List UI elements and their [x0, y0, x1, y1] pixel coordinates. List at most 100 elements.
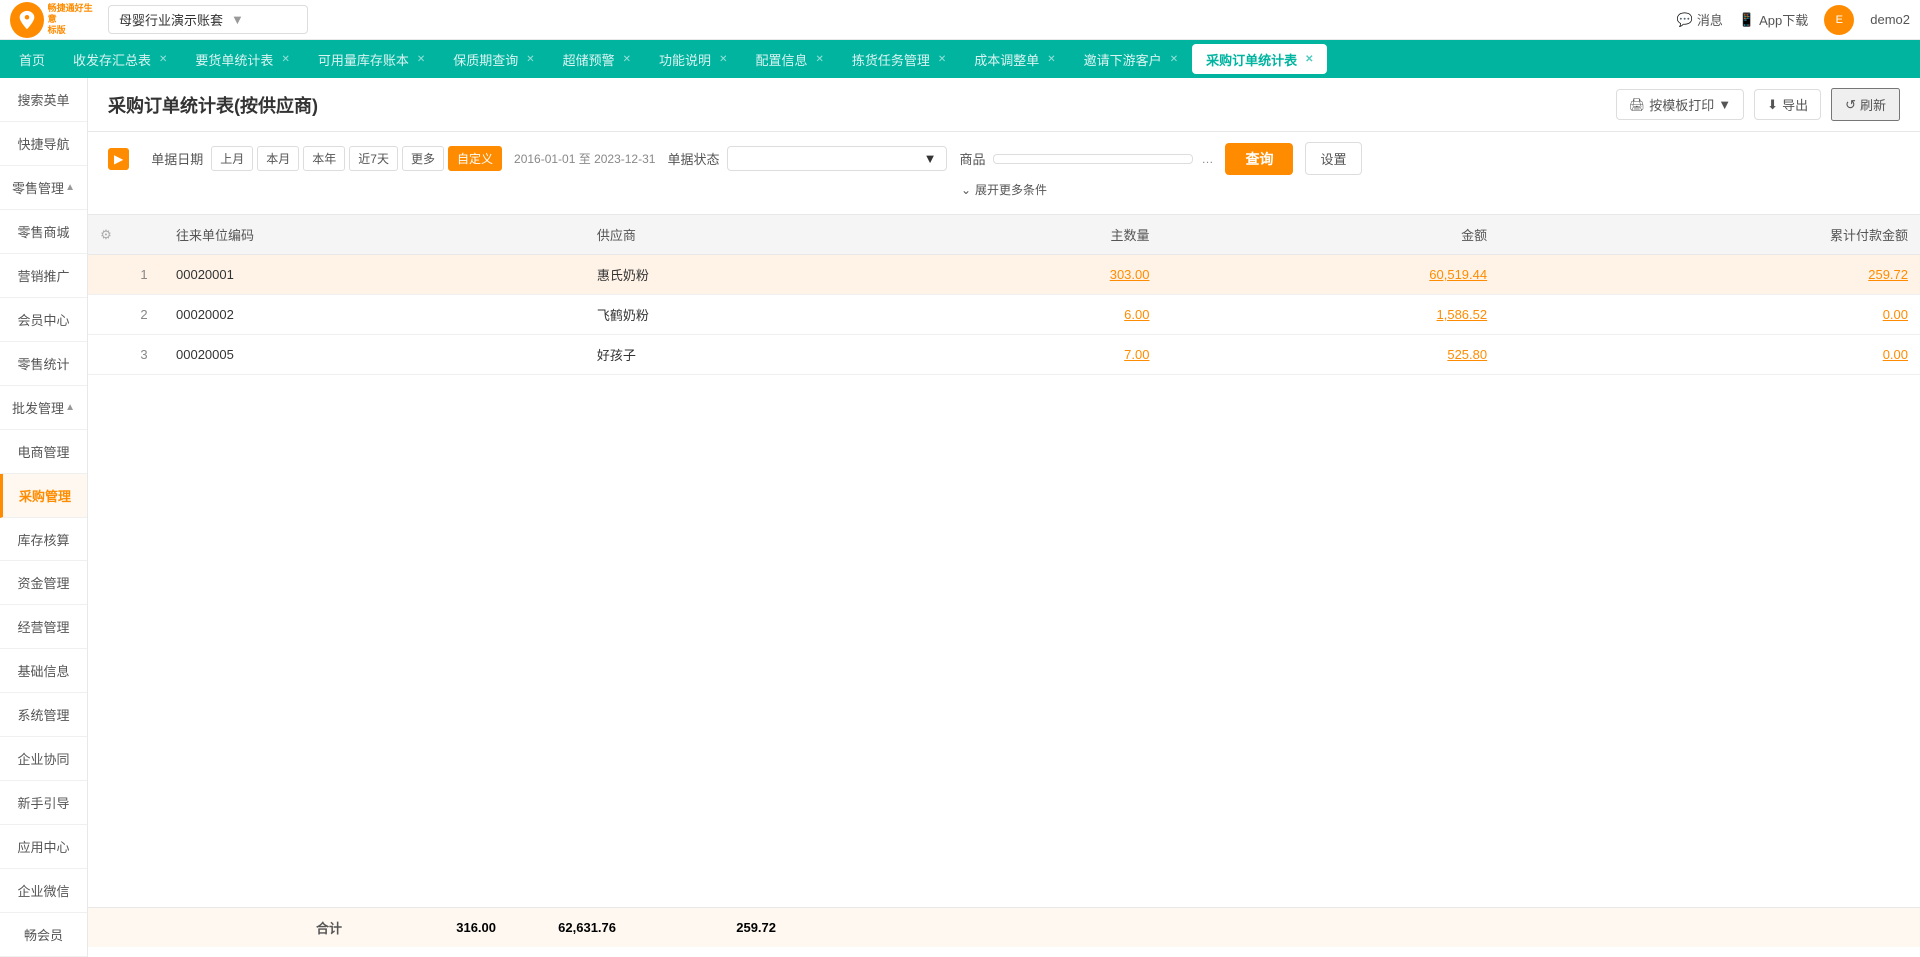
goods-input[interactable] — [993, 154, 1193, 164]
sidebar-item-retail_stats[interactable]: 零售统计 — [0, 342, 87, 386]
row-supplier-code-2: 00020002 — [164, 295, 585, 335]
nav-tab-cost[interactable]: 成本调整单✕ — [960, 44, 1069, 74]
user-name[interactable]: demo2 — [1870, 12, 1910, 27]
row-settings-1[interactable] — [88, 255, 124, 295]
sidebar-item-system[interactable]: 系统管理 — [0, 693, 87, 737]
col-supplier-code: 往来单位编码 — [164, 215, 585, 255]
sidebar-label-basic: 基础信息 — [17, 661, 69, 680]
row-paid-3: 0.00 — [1499, 335, 1920, 375]
sidebar-label-retail: 零售管理 — [12, 178, 64, 197]
sidebar-item-app_center[interactable]: 应用中心 — [0, 825, 87, 869]
nav-tab-instructions[interactable]: 功能说明✕ — [645, 44, 741, 74]
sidebar-label-inventory_check: 库存核算 — [17, 530, 69, 549]
logo-icon — [10, 2, 44, 38]
date-last-month-btn[interactable]: 上月 — [211, 146, 253, 171]
print-label: 按模板打印 — [1649, 95, 1714, 114]
sidebar-item-marketing[interactable]: 营销推广 — [0, 254, 87, 298]
nav-tab-home[interactable]: 首页 — [5, 44, 59, 74]
date-custom-btn[interactable]: 自定义 — [448, 146, 502, 171]
date-this-year-btn[interactable]: 本年 — [303, 146, 345, 171]
row-settings-3[interactable] — [88, 335, 124, 375]
app-download-btn[interactable]: 📱 App下载 — [1739, 10, 1808, 29]
print-btn[interactable]: 🖨 按模板打印 ▼ — [1616, 89, 1744, 120]
top-bar: 畅捷通好生意 标版 母婴行业演示账套 ▼ 💬 消息 📱 App下载 E demo… — [0, 0, 1920, 40]
sidebar-item-shortcut[interactable]: 快捷导航 — [0, 122, 87, 166]
date-more-btn[interactable]: 更多 — [402, 146, 444, 171]
nav-tab-close-purchase_summary[interactable]: ✕ — [1305, 54, 1313, 65]
sidebar-item-new_guide[interactable]: 新手引导 — [0, 781, 87, 825]
sidebar-item-operations[interactable]: 经营管理 — [0, 605, 87, 649]
sidebar-arrow-retail: ▲ — [65, 182, 75, 193]
nav-tab-requisition[interactable]: 要货单统计表✕ — [181, 44, 303, 74]
footer-amount: 62,631.76 — [536, 920, 656, 935]
message-btn[interactable]: 💬 消息 — [1677, 10, 1723, 29]
date-this-month-btn[interactable]: 本月 — [257, 146, 299, 171]
sidebar-label-enterprise_wechat: 企业微信 — [17, 881, 69, 900]
sidebar-item-finance[interactable]: 资金管理 — [0, 561, 87, 605]
table-wrapper[interactable]: ⚙ 往来单位编码 供应商 主数量 金额 累计付款金额 1 00020001 惠氏… — [88, 215, 1920, 907]
page-title: 采购订单统计表(按供应商) — [108, 92, 318, 118]
nav-tab-close-receive[interactable]: ✕ — [159, 54, 167, 65]
status-select[interactable]: ▼ — [727, 146, 947, 171]
footer-quantity: 316.00 — [416, 920, 536, 935]
row-amount-3: 525.80 — [1161, 335, 1499, 375]
sidebar-item-enterprise[interactable]: 企业协同 — [0, 737, 87, 781]
export-btn[interactable]: ⬇ 导出 — [1754, 89, 1821, 120]
nav-tab-overstock[interactable]: 超储预警✕ — [549, 44, 645, 74]
row-quantity-1: 303.00 — [898, 255, 1161, 295]
more-options-icon[interactable]: … — [1201, 152, 1213, 166]
nav-tab-purchase_summary[interactable]: 采购订单统计表 ✕ — [1192, 44, 1327, 74]
nav-tab-close-invite[interactable]: ✕ — [1170, 54, 1178, 65]
nav-tab-close-instructions[interactable]: ✕ — [719, 54, 727, 65]
nav-tab-receive[interactable]: 收发存汇总表✕ — [59, 44, 181, 74]
nav-tab-close-cost[interactable]: ✕ — [1047, 54, 1055, 65]
sidebar-item-basic[interactable]: 基础信息 — [0, 649, 87, 693]
nav-tab-close-requisition[interactable]: ✕ — [281, 54, 289, 65]
row-index-2: 2 — [124, 295, 164, 335]
filter-settings-btn[interactable]: 设置 — [1305, 142, 1361, 175]
sidebar-item-wholesale[interactable]: 批发管理▲ — [0, 386, 87, 430]
nav-tab-invite[interactable]: 邀请下游客户 ✕ — [1070, 44, 1192, 74]
sidebar-item-search[interactable]: 搜索英单 — [0, 78, 87, 122]
goods-label: 商品 — [959, 149, 985, 168]
row-settings-2[interactable] — [88, 295, 124, 335]
sidebar-label-enterprise: 企业协同 — [17, 749, 69, 768]
nav-tab-picking[interactable]: 拣货任务管理✕ — [838, 44, 960, 74]
nav-tab-close-inventory[interactable]: ✕ — [417, 54, 425, 65]
sidebar-item-enterprise_wechat[interactable]: 企业微信 — [0, 869, 87, 913]
sidebar-item-purchase[interactable]: 采购管理 — [0, 474, 87, 518]
sidebar-label-shortcut: 快捷导航 — [17, 134, 69, 153]
nav-tab-close-quality[interactable]: ✕ — [526, 54, 534, 65]
col-settings[interactable]: ⚙ — [88, 215, 124, 255]
nav-tab-label-invite: 邀请下游客户 — [1084, 50, 1162, 69]
sidebar-item-inventory_check[interactable]: 库存核算 — [0, 518, 87, 562]
nav-tab-close-config[interactable]: ✕ — [815, 54, 823, 65]
row-supplier-3: 好孩子 — [585, 335, 899, 375]
date-7days-btn[interactable]: 近7天 — [349, 146, 398, 171]
nav-tab-close-picking[interactable]: ✕ — [938, 54, 946, 65]
search-btn[interactable]: 查询 — [1225, 143, 1293, 175]
sidebar-item-retail_mall[interactable]: 零售商城 — [0, 210, 87, 254]
row-supplier-code-1: 00020001 — [164, 255, 585, 295]
refresh-btn[interactable]: ↺ 刷新 — [1831, 88, 1900, 121]
footer-paid: 259.72 — [656, 920, 776, 935]
nav-tab-inventory[interactable]: 可用量库存账本 ✕ — [304, 44, 439, 74]
nav-tab-close-overstock[interactable]: ✕ — [623, 54, 631, 65]
sidebar-item-retail[interactable]: 零售管理▲ — [0, 166, 87, 210]
date-label: 单据日期 — [151, 149, 203, 168]
workspace-selector[interactable]: 母婴行业演示账套 ▼ — [108, 5, 308, 34]
expand-more-btn[interactable]: ⌄ 展开更多条件 — [108, 175, 1900, 204]
user-avatar[interactable]: E — [1824, 5, 1854, 35]
sidebar-label-retail_stats: 零售统计 — [17, 354, 69, 373]
sidebar-item-member2[interactable]: 畅会员 — [0, 913, 87, 957]
collapse-btn[interactable]: ▶ — [108, 148, 129, 170]
nav-tab-label-purchase_summary: 采购订单统计表 — [1206, 50, 1297, 69]
row-index-3: 3 — [124, 335, 164, 375]
sidebar-item-ecommerce[interactable]: 电商管理 — [0, 430, 87, 474]
nav-tab-config[interactable]: 配置信息✕ — [741, 44, 837, 74]
nav-tab-quality[interactable]: 保质期查询✕ — [439, 44, 548, 74]
sidebar-item-member[interactable]: 会员中心 — [0, 298, 87, 342]
nav-tab-label-inventory: 可用量库存账本 — [318, 50, 409, 69]
workspace-arrow-icon: ▼ — [231, 12, 244, 27]
col-paid: 累计付款金额 — [1499, 215, 1920, 255]
